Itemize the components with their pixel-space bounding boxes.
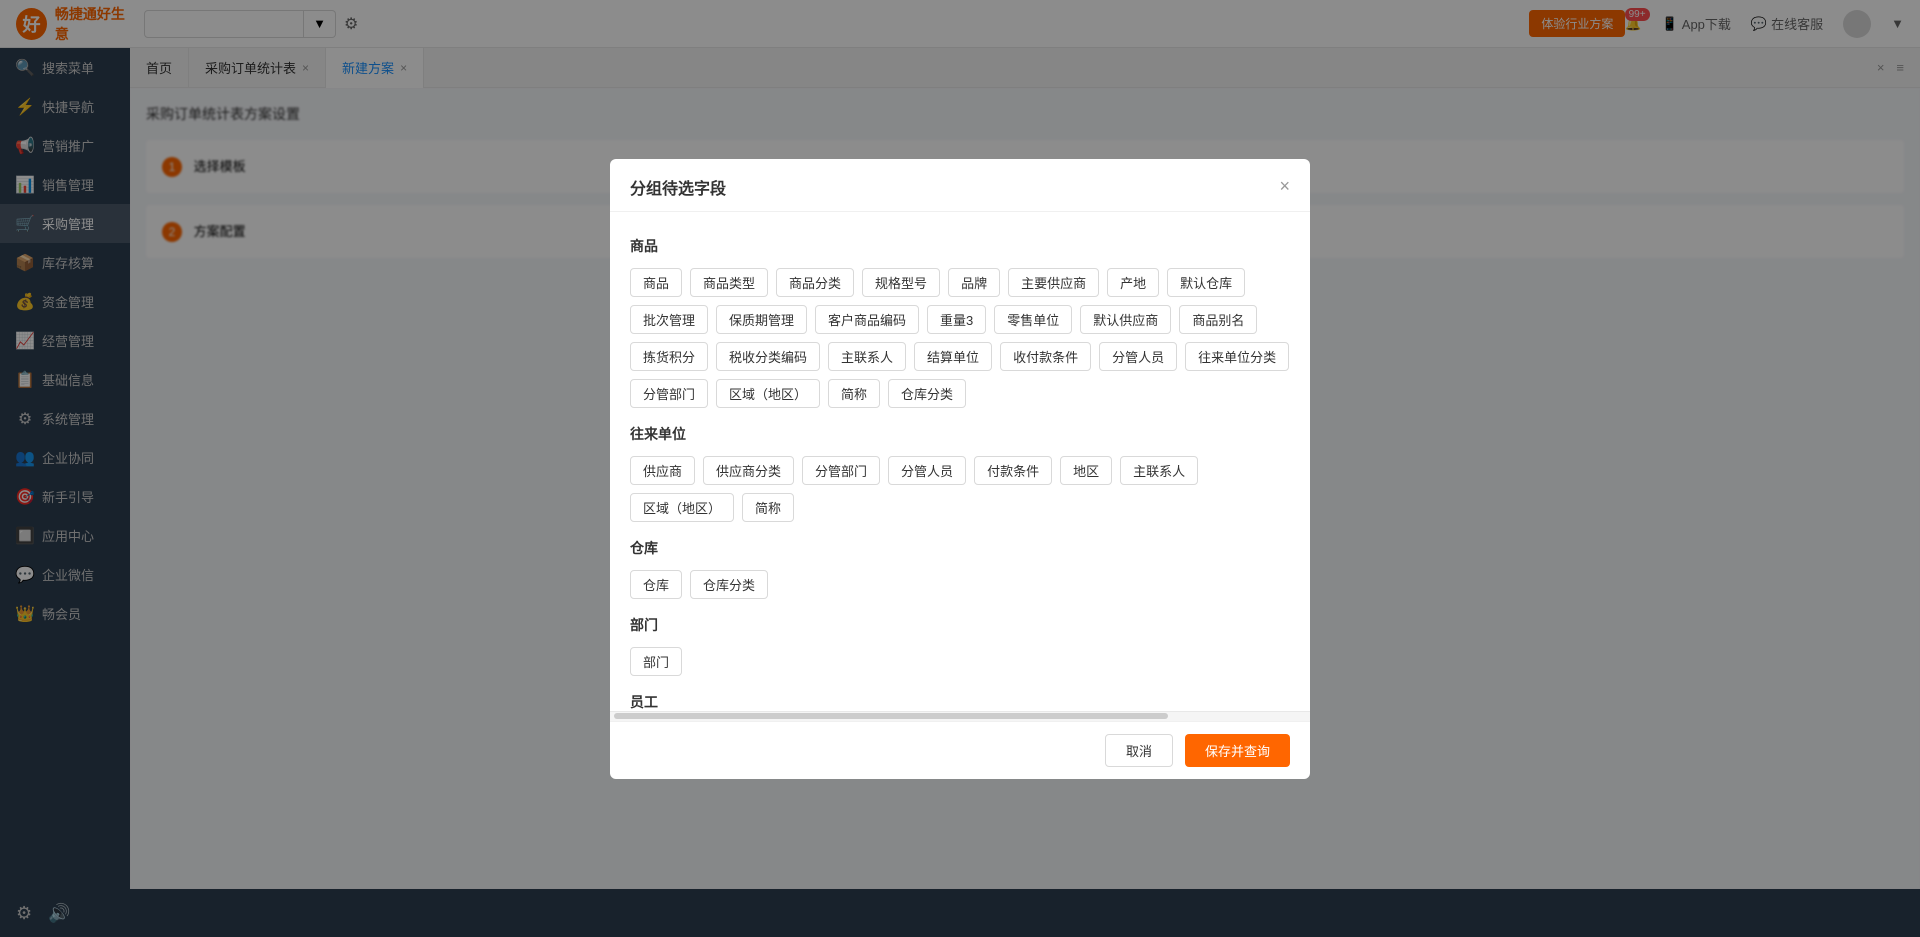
section-title-warehouse: 仓库 bbox=[630, 538, 1290, 558]
dept-tags: 部门 bbox=[630, 647, 1290, 676]
modal-footer: 取消 保存并查询 bbox=[610, 721, 1310, 779]
field-tag-goods-type[interactable]: 商品类型 bbox=[690, 268, 768, 297]
modal-overlay: 分组待选字段 × 商品 商品 商品类型 商品分类 规格型号 品牌 主要供应商 产… bbox=[0, 0, 1920, 937]
field-tag-short-name-partner[interactable]: 简称 bbox=[742, 493, 794, 522]
field-select-modal: 分组待选字段 × 商品 商品 商品类型 商品分类 规格型号 品牌 主要供应商 产… bbox=[610, 159, 1310, 779]
field-tag-customer-code[interactable]: 客户商品编码 bbox=[815, 305, 919, 334]
field-tag-region-partner[interactable]: 区域（地区） bbox=[630, 493, 734, 522]
field-tag-main-supplier[interactable]: 主要供应商 bbox=[1008, 268, 1099, 297]
field-tag-payment-terms[interactable]: 收付款条件 bbox=[1000, 342, 1091, 371]
section-title-partner: 往来单位 bbox=[630, 424, 1290, 444]
field-tag-supervise-dept[interactable]: 分管部门 bbox=[630, 379, 708, 408]
field-tag-shelf-life[interactable]: 保质期管理 bbox=[716, 305, 807, 334]
field-tag-main-contact[interactable]: 主联系人 bbox=[828, 342, 906, 371]
modal-header: 分组待选字段 × bbox=[610, 159, 1310, 212]
partner-tags: 供应商 供应商分类 分管部门 分管人员 付款条件 地区 主联系人 区域（地区） … bbox=[630, 456, 1290, 522]
field-tag-batch[interactable]: 批次管理 bbox=[630, 305, 708, 334]
field-tag-pick-score[interactable]: 拣货积分 bbox=[630, 342, 708, 371]
field-tag-area[interactable]: 地区 bbox=[1060, 456, 1112, 485]
field-tag-goods[interactable]: 商品 bbox=[630, 268, 682, 297]
field-tag-settlement-unit[interactable]: 结算单位 bbox=[914, 342, 992, 371]
field-tag-origin[interactable]: 产地 bbox=[1107, 268, 1159, 297]
modal-title: 分组待选字段 bbox=[630, 175, 726, 199]
field-tag-warehouse-cat[interactable]: 仓库分类 bbox=[690, 570, 768, 599]
field-tag-retail-unit[interactable]: 零售单位 bbox=[994, 305, 1072, 334]
modal-close-button[interactable]: × bbox=[1279, 176, 1290, 197]
field-tag-supplier[interactable]: 供应商 bbox=[630, 456, 695, 485]
field-tag-weight3[interactable]: 重量3 bbox=[927, 305, 986, 334]
field-tag-warehouse[interactable]: 仓库 bbox=[630, 570, 682, 599]
field-tag-region-goods[interactable]: 区域（地区） bbox=[716, 379, 820, 408]
field-tag-dept[interactable]: 部门 bbox=[630, 647, 682, 676]
field-tag-warehouse-cat-goods[interactable]: 仓库分类 bbox=[888, 379, 966, 408]
field-tag-supervisor[interactable]: 分管人员 bbox=[1099, 342, 1177, 371]
field-tag-partner-category[interactable]: 往来单位分类 bbox=[1185, 342, 1289, 371]
modal-scroll-thumb bbox=[614, 713, 1168, 719]
field-tag-default-warehouse[interactable]: 默认仓库 bbox=[1167, 268, 1245, 297]
goods-tags: 商品 商品类型 商品分类 规格型号 品牌 主要供应商 产地 默认仓库 批次管理 … bbox=[630, 268, 1290, 408]
field-tag-tax-code[interactable]: 税收分类编码 bbox=[716, 342, 820, 371]
warehouse-tags: 仓库 仓库分类 bbox=[630, 570, 1290, 599]
section-title-dept: 部门 bbox=[630, 615, 1290, 635]
modal-body: 商品 商品 商品类型 商品分类 规格型号 品牌 主要供应商 产地 默认仓库 批次… bbox=[610, 212, 1310, 712]
section-title-employee: 员工 bbox=[630, 692, 1290, 712]
field-tag-default-supplier[interactable]: 默认供应商 bbox=[1080, 305, 1171, 334]
field-tag-supplier-cat[interactable]: 供应商分类 bbox=[703, 456, 794, 485]
confirm-button[interactable]: 保存并查询 bbox=[1185, 734, 1290, 767]
field-tag-supervise-dept2[interactable]: 分管部门 bbox=[802, 456, 880, 485]
field-tag-supervisor2[interactable]: 分管人员 bbox=[888, 456, 966, 485]
field-tag-main-contact2[interactable]: 主联系人 bbox=[1120, 456, 1198, 485]
modal-scroll-track[interactable] bbox=[610, 711, 1310, 720]
field-tag-goods-alias[interactable]: 商品别名 bbox=[1179, 305, 1257, 334]
cancel-button[interactable]: 取消 bbox=[1105, 734, 1173, 767]
field-tag-spec-model[interactable]: 规格型号 bbox=[862, 268, 940, 297]
field-tag-brand[interactable]: 品牌 bbox=[948, 268, 1000, 297]
field-tag-short-name-goods[interactable]: 简称 bbox=[828, 379, 880, 408]
field-tag-pay-terms[interactable]: 付款条件 bbox=[974, 456, 1052, 485]
field-tag-goods-category[interactable]: 商品分类 bbox=[776, 268, 854, 297]
section-title-goods: 商品 bbox=[630, 236, 1290, 256]
